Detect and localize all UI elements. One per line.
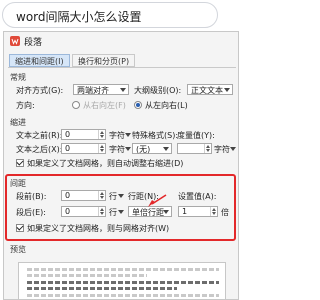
indent-after-unit: 字符 bbox=[109, 145, 125, 154]
tab-divider bbox=[8, 67, 236, 68]
snap-to-grid-label: 如果定义了文档网格，则与网格对齐(W) bbox=[27, 224, 170, 233]
spacing-before-value: 0 bbox=[65, 191, 71, 200]
tab-line-page-breaks[interactable]: 换行和分页(P) bbox=[72, 54, 136, 67]
ltr-radio[interactable] bbox=[134, 101, 142, 109]
indent-after-label: 文本之后(X): bbox=[16, 145, 63, 154]
line-spacing-value: 单倍行距 bbox=[132, 208, 164, 217]
search-bar[interactable]: word间隔大小怎么设置 bbox=[2, 2, 218, 28]
align-value: 两端对齐 bbox=[77, 86, 109, 95]
chevron-down-icon bbox=[163, 210, 169, 214]
ltr-label: 从左向右(L) bbox=[145, 101, 188, 110]
indent-after-value: 0 bbox=[65, 144, 71, 153]
spinner-icon[interactable] bbox=[98, 191, 105, 200]
spacing-after-label: 段后(E): bbox=[16, 208, 46, 217]
section-general: 常规 bbox=[10, 73, 26, 82]
align-select[interactable]: 两端对齐 bbox=[73, 84, 129, 95]
spacing-after-input[interactable]: 0 bbox=[61, 206, 106, 217]
special-format-label: 特殊格式(S): bbox=[132, 131, 179, 140]
preview-line-sample bbox=[27, 281, 219, 284]
outline-level-select[interactable]: 正文文本 bbox=[187, 84, 233, 95]
special-format-value: (无) bbox=[136, 145, 151, 154]
spinner-icon[interactable] bbox=[98, 144, 105, 153]
chevron-down-icon bbox=[224, 88, 230, 92]
preview-pane bbox=[18, 262, 226, 299]
search-query[interactable]: word间隔大小怎么设置 bbox=[16, 8, 142, 25]
indent-before-value: 0 bbox=[65, 130, 71, 139]
spinner-icon[interactable] bbox=[98, 207, 105, 216]
red-arrow-icon bbox=[148, 194, 167, 207]
dialog-titlebar: 段落 bbox=[4, 32, 238, 49]
outline-level-value: 正文文本 bbox=[191, 86, 223, 95]
chevron-down-icon[interactable] bbox=[125, 147, 131, 151]
measure-label: 度量值(Y): bbox=[177, 131, 215, 140]
outline-level-label: 大纲级别(O): bbox=[134, 86, 182, 95]
spacing-before-input[interactable]: 0 bbox=[61, 190, 106, 201]
setting-value-input[interactable]: 1 bbox=[178, 206, 218, 217]
preview-line bbox=[27, 294, 219, 297]
preview-line-sample bbox=[27, 287, 177, 290]
align-label: 对齐方式(G): bbox=[16, 86, 64, 95]
chevron-down-icon bbox=[163, 147, 169, 151]
auto-adjust-label: 如果定义了文档网格，则自动调整右缩进(D) bbox=[27, 159, 184, 168]
indent-before-input[interactable]: 0 bbox=[61, 129, 106, 140]
indent-before-unit: 字符 bbox=[109, 131, 125, 140]
spacing-after-value: 0 bbox=[65, 207, 71, 216]
chevron-down-icon[interactable] bbox=[125, 133, 131, 137]
chevron-down-icon[interactable] bbox=[118, 194, 124, 198]
indent-before-label: 文本之前(R): bbox=[16, 131, 63, 140]
chevron-down-icon bbox=[120, 88, 126, 92]
indent-after-input[interactable]: 0 bbox=[61, 143, 106, 154]
wps-app-icon bbox=[10, 36, 20, 46]
section-preview: 预览 bbox=[10, 245, 26, 254]
chevron-down-icon[interactable] bbox=[118, 210, 124, 214]
spinner-icon[interactable] bbox=[98, 130, 105, 139]
rtl-label: 从右向左(F) bbox=[83, 101, 126, 110]
rtl-radio[interactable] bbox=[72, 101, 80, 109]
snap-to-grid-checkbox[interactable] bbox=[16, 224, 24, 232]
spacing-before-unit: 行 bbox=[109, 192, 117, 201]
spinner-icon[interactable] bbox=[210, 207, 217, 216]
spacing-before-label: 段前(B): bbox=[16, 192, 47, 201]
direction-label: 方向: bbox=[16, 101, 35, 110]
section-indent: 缩进 bbox=[10, 118, 26, 127]
special-format-select[interactable]: (无) bbox=[132, 143, 172, 154]
chevron-down-icon[interactable] bbox=[230, 147, 236, 151]
spacing-after-unit: 行 bbox=[109, 208, 117, 217]
auto-adjust-checkbox[interactable] bbox=[16, 159, 24, 167]
preview-line bbox=[27, 274, 147, 277]
measure-unit: 字符 bbox=[214, 145, 230, 154]
paragraph-dialog: 段落 缩进和间距(I) 换行和分页(P) 常规 对齐方式(G): 两端对齐 大纲… bbox=[3, 31, 239, 300]
measure-input[interactable] bbox=[177, 143, 212, 154]
preview-line bbox=[27, 268, 219, 271]
section-spacing: 间距 bbox=[10, 179, 26, 188]
setting-value-label: 设置值(A): bbox=[178, 192, 217, 201]
dialog-title: 段落 bbox=[24, 38, 43, 48]
setting-value: 1 bbox=[182, 207, 188, 216]
tab-indent-spacing[interactable]: 缩进和间距(I) bbox=[9, 54, 70, 67]
spinner-icon[interactable] bbox=[204, 144, 211, 153]
setting-unit: 倍 bbox=[221, 208, 229, 217]
